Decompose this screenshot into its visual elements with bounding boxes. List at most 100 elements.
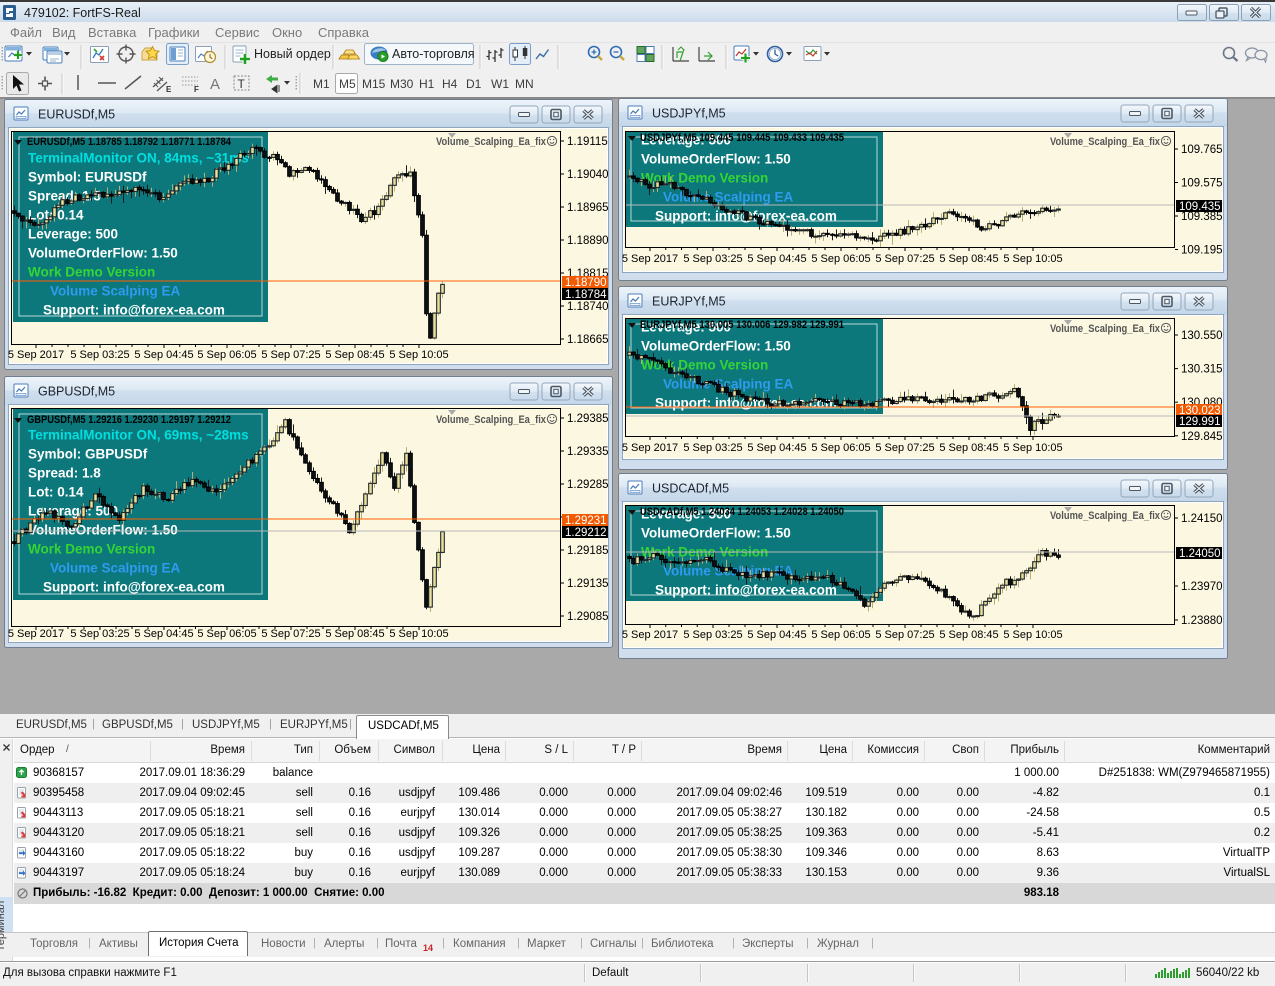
svg-text:5 Sep 03:25: 5 Sep 03:25 [683,253,742,265]
svg-text:USDJPYf,M5 109.445 109.445 10: USDJPYf,M5 109.445 109.445 109.433 109.4… [640,132,844,144]
svg-text:5 Sep 06:05: 5 Sep 06:05 [811,253,870,265]
svg-text:USDCADf,M5: USDCADf,M5 [652,482,729,496]
svg-text:TerminalMonitor ON, 69ms, ~28m: TerminalMonitor ON, 69ms, ~28ms [28,428,249,443]
svg-text:MN: MN [515,77,534,91]
svg-text:Support: info@forex-ea.com: Support: info@forex-ea.com [43,303,225,318]
svg-text:5 Sep 10:05: 5 Sep 10:05 [1003,442,1062,454]
svg-text:Volume Scalping EA: Volume Scalping EA [50,284,181,299]
svg-text:1.18890: 1.18890 [567,235,609,247]
svg-text:5 Sep 2017: 5 Sep 2017 [622,629,678,641]
svg-text:M1: M1 [313,77,330,91]
svg-text:Spread: 1.8: Spread: 1.8 [28,466,101,481]
svg-text:Symbol: GBPUSDf: Symbol: GBPUSDf [28,447,148,462]
svg-text:M30: M30 [390,77,414,91]
svg-text:Авто-торговля: Авто-торговля [392,47,475,61]
svg-text:EURUSDf,M5: EURUSDf,M5 [38,108,115,122]
svg-text:1.29212: 1.29212 [565,527,607,539]
svg-text:5 Sep 2017: 5 Sep 2017 [8,349,64,361]
svg-text:EURJPYf,M5 130.005 130.006 12: EURJPYf,M5 130.005 130.006 129.982 129.9… [640,319,844,331]
svg-text:Терминал: Терминал [0,901,7,952]
svg-text:VolumeOrderFlow: 1.50: VolumeOrderFlow: 1.50 [641,152,791,167]
svg-text:H1: H1 [419,77,435,91]
svg-text:M5: M5 [339,77,356,91]
svg-text:5 Sep 08:45: 5 Sep 08:45 [939,442,998,454]
svg-text:5 Sep 04:45: 5 Sep 04:45 [134,349,193,361]
svg-text:Work Demo Version: Work Demo Version [641,358,768,373]
svg-text:USDJPYf,M5: USDJPYf,M5 [652,107,726,121]
svg-text:VolumeOrderFlow: 1.50: VolumeOrderFlow: 1.50 [28,523,178,538]
svg-text:5 Sep 07:25: 5 Sep 07:25 [261,349,320,361]
svg-text:Work Demo Version: Work Demo Version [28,542,155,557]
svg-text:Volume_Scalping_Ea_fix: Volume_Scalping_Ea_fix [436,136,547,148]
svg-text:1.23880: 1.23880 [1181,615,1223,627]
svg-text:Work Demo Version: Work Demo Version [28,265,155,280]
svg-text:5 Sep 07:25: 5 Sep 07:25 [875,253,934,265]
svg-text:Volume Scalping EA: Volume Scalping EA [50,561,181,576]
svg-text:GBPUSDf,M5 1.29216 1.29230 1.: GBPUSDf,M5 1.29216 1.29230 1.29197 1.292… [27,414,231,426]
svg-text:5 Sep 07:25: 5 Sep 07:25 [875,629,934,641]
svg-text:D1: D1 [466,77,482,91]
svg-text:5 Sep 10:05: 5 Sep 10:05 [389,628,448,640]
svg-text:Support: info@forex-ea.com: Support: info@forex-ea.com [43,580,225,595]
svg-text:5 Sep 03:25: 5 Sep 03:25 [683,442,742,454]
svg-text:5 Sep 04:45: 5 Sep 04:45 [747,253,806,265]
svg-text:GBPUSDf,M5: GBPUSDf,M5 [38,385,115,399]
svg-text:5 Sep 10:05: 5 Sep 10:05 [389,349,448,361]
svg-text:1.19040: 1.19040 [567,169,609,181]
svg-text:EURJPYf,M5: EURJPYf,M5 [652,295,726,309]
svg-text:5 Sep 04:45: 5 Sep 04:45 [134,628,193,640]
svg-text:1.18740: 1.18740 [567,301,609,313]
svg-text:5 Sep 03:25: 5 Sep 03:25 [70,628,129,640]
svg-text:1.29185: 1.29185 [567,545,609,557]
svg-text:Volume_Scalping_Ea_fix: Volume_Scalping_Ea_fix [1050,136,1161,148]
svg-text:1.29085: 1.29085 [567,611,609,623]
svg-text:Новый ордер: Новый ордер [254,47,331,61]
svg-text:F: F [194,85,199,94]
svg-text:1.23970: 1.23970 [1181,581,1223,593]
svg-text:5 Sep 04:45: 5 Sep 04:45 [747,629,806,641]
svg-text:1.29285: 1.29285 [567,479,609,491]
svg-text:1.29135: 1.29135 [567,578,609,590]
svg-text:Support: info@forex-ea.com: Support: info@forex-ea.com [655,583,837,598]
svg-text:W1: W1 [491,77,509,91]
svg-text:5 Sep 03:25: 5 Sep 03:25 [70,349,129,361]
svg-text:T: T [238,77,246,91]
svg-text:VolumeOrderFlow: 1.50: VolumeOrderFlow: 1.50 [641,526,791,541]
svg-text:1.29231: 1.29231 [565,515,607,527]
svg-text:Volume_Scalping_Ea_fix: Volume_Scalping_Ea_fix [1050,510,1161,522]
svg-text:1.18665: 1.18665 [567,334,609,346]
svg-text:1.29335: 1.29335 [567,446,609,458]
svg-text:5 Sep 2017: 5 Sep 2017 [8,628,64,640]
svg-text:1.29385: 1.29385 [567,413,609,425]
svg-text:5 Sep 04:45: 5 Sep 04:45 [747,442,806,454]
svg-text:5 Sep 2017: 5 Sep 2017 [622,442,678,454]
svg-text:5 Sep 03:25: 5 Sep 03:25 [683,629,742,641]
svg-text:129.991: 129.991 [1179,416,1221,428]
svg-text:Lot: 0.14: Lot: 0.14 [28,485,84,500]
svg-text:VolumeOrderFlow: 1.50: VolumeOrderFlow: 1.50 [641,339,791,354]
svg-text:5 Sep 07:25: 5 Sep 07:25 [875,442,934,454]
svg-text:VolumeOrderFlow: 1.50: VolumeOrderFlow: 1.50 [28,246,178,261]
svg-text:EURUSDf,M5 1.18785 1.18792 1.: EURUSDf,M5 1.18785 1.18792 1.18771 1.187… [27,136,232,148]
svg-text:5 Sep 06:05: 5 Sep 06:05 [197,628,256,640]
svg-text:1.24150: 1.24150 [1181,513,1223,525]
svg-text:5 Sep 07:25: 5 Sep 07:25 [261,628,320,640]
svg-text:109.195: 109.195 [1181,245,1223,257]
svg-text:1.18965: 1.18965 [567,202,609,214]
svg-text:5 Sep 2017: 5 Sep 2017 [622,253,678,265]
svg-text:5 Sep 10:05: 5 Sep 10:05 [1003,629,1062,641]
svg-text:129.845: 129.845 [1181,431,1223,443]
svg-text:5 Sep 08:45: 5 Sep 08:45 [325,349,384,361]
svg-text:1.19115: 1.19115 [567,136,608,148]
svg-text:5 Sep 08:45: 5 Sep 08:45 [939,253,998,265]
svg-text:109.575: 109.575 [1181,178,1223,190]
svg-text:M15: M15 [362,77,386,91]
svg-text:USDCADf,M5 1.24034 1.24053 1.: USDCADf,M5 1.24034 1.24053 1.24028 1.240… [640,506,844,518]
svg-text:130.550: 130.550 [1181,330,1223,342]
svg-text:TerminalMonitor ON, 84ms, ~31m: TerminalMonitor ON, 84ms, ~31ms [28,151,249,166]
svg-text:E: E [166,85,172,94]
svg-text:Volume_Scalping_Ea_fix: Volume_Scalping_Ea_fix [436,414,547,426]
svg-text:5 Sep 06:05: 5 Sep 06:05 [811,629,870,641]
svg-text:109.435: 109.435 [1179,201,1221,213]
svg-text:5 Sep 08:45: 5 Sep 08:45 [325,628,384,640]
